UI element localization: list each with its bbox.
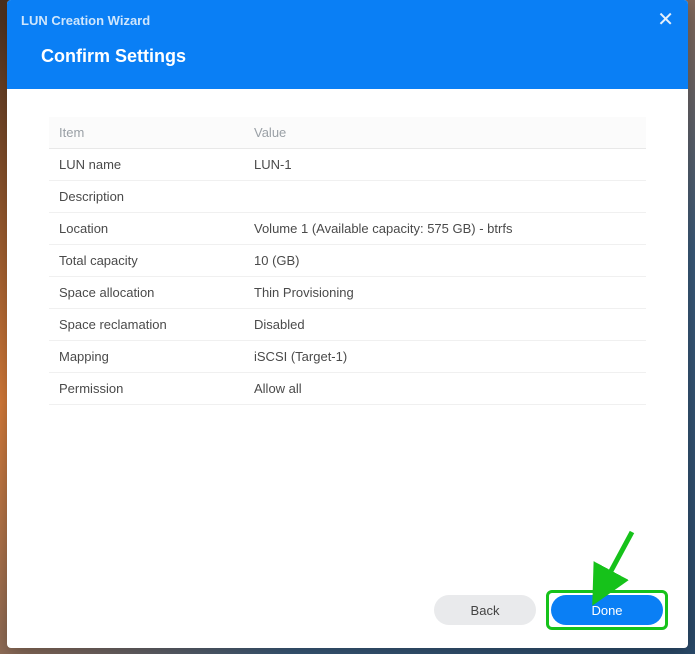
table-row: Description [49, 181, 646, 213]
cell-item: Permission [49, 373, 244, 405]
cell-item: Location [49, 213, 244, 245]
cell-value: 10 (GB) [244, 245, 646, 277]
close-icon[interactable]: ✕ [657, 10, 674, 30]
cell-value: Allow all [244, 373, 646, 405]
table-row: Permission Allow all [49, 373, 646, 405]
wizard-modal: LUN Creation Wizard ✕ Confirm Settings I… [7, 0, 688, 648]
table-header-row: Item Value [49, 117, 646, 149]
modal-header: LUN Creation Wizard ✕ Confirm Settings [7, 0, 688, 89]
cell-value [244, 181, 646, 213]
back-button[interactable]: Back [434, 595, 536, 625]
col-item: Item [49, 117, 244, 149]
page-title: Confirm Settings [7, 34, 688, 89]
table-row: Location Volume 1 (Available capacity: 5… [49, 213, 646, 245]
cell-value: Disabled [244, 309, 646, 341]
cell-item: LUN name [49, 149, 244, 181]
header-top: LUN Creation Wizard ✕ [7, 0, 688, 34]
table-row: Total capacity 10 (GB) [49, 245, 646, 277]
cell-item: Total capacity [49, 245, 244, 277]
modal-body: Item Value LUN name LUN-1 Description Lo… [7, 89, 688, 576]
col-value: Value [244, 117, 646, 149]
wizard-title: LUN Creation Wizard [21, 13, 150, 28]
cell-value: LUN-1 [244, 149, 646, 181]
cell-value: Thin Provisioning [244, 277, 646, 309]
cell-item: Description [49, 181, 244, 213]
done-button[interactable]: Done [551, 595, 663, 625]
table-row: LUN name LUN-1 [49, 149, 646, 181]
cell-value: iSCSI (Target-1) [244, 341, 646, 373]
done-highlight-annotation: Done [546, 590, 668, 630]
table-row: Mapping iSCSI (Target-1) [49, 341, 646, 373]
cell-value: Volume 1 (Available capacity: 575 GB) - … [244, 213, 646, 245]
cell-item: Mapping [49, 341, 244, 373]
table-row: Space allocation Thin Provisioning [49, 277, 646, 309]
cell-item: Space reclamation [49, 309, 244, 341]
table-row: Space reclamation Disabled [49, 309, 646, 341]
modal-footer: Back Done [7, 576, 688, 648]
settings-table: Item Value LUN name LUN-1 Description Lo… [49, 117, 646, 405]
cell-item: Space allocation [49, 277, 244, 309]
